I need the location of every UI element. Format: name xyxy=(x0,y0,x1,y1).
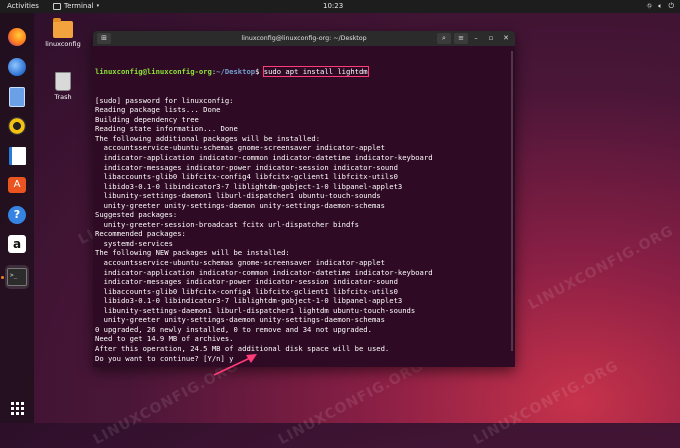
desktop-folder-linuxconfig[interactable]: linuxconfig xyxy=(43,18,83,48)
trash-icon xyxy=(55,72,71,91)
thunderbird-icon xyxy=(8,58,26,76)
terminal-line: libunity-settings-daemon1 liburl-dispatc… xyxy=(95,305,416,315)
files-launcher[interactable] xyxy=(5,85,29,109)
running-indicator xyxy=(1,276,4,279)
activities-button[interactable]: Activities xyxy=(7,2,39,10)
terminal-output[interactable]: linuxconfig@linuxconfig-org:~/Desktop$ s… xyxy=(93,46,515,367)
terminal-line: Recommended packages: xyxy=(95,229,186,239)
prompt-line: linuxconfig@linuxconfig-org:~/Desktop$ s… xyxy=(95,66,513,78)
terminal-line: Suggested packages: xyxy=(95,210,178,220)
terminal-line: libaccounts-glib0 libfcitx-config4 libfc… xyxy=(95,172,398,182)
terminal-line: libido3-0.1-0 libindicator3-7 liblightdm… xyxy=(95,296,403,306)
firefox-icon xyxy=(8,28,26,46)
watermark: LINUXCONFIG.ORG xyxy=(275,357,427,448)
top-bar: Activities Terminal ▾ 10:23 ⛗ 🔈︎ ⏻ xyxy=(0,0,680,13)
files-icon xyxy=(9,87,25,107)
prompt-path: ~/Desktop xyxy=(216,67,256,77)
help-icon: ? xyxy=(8,206,26,224)
terminal-line: The following NEW packages will be insta… xyxy=(95,248,290,258)
terminal-line: [sudo] password for linuxconfig: xyxy=(95,95,234,105)
app-grid-icon xyxy=(10,401,24,415)
thunderbird-launcher[interactable] xyxy=(5,55,29,79)
prompt-user: linuxconfig@linuxconfig-org xyxy=(95,67,212,77)
writer-launcher[interactable] xyxy=(5,144,29,168)
terminal-line: unity-greeter-session-broadcast fcitx ur… xyxy=(95,219,359,229)
rhythmbox-launcher[interactable] xyxy=(5,114,29,138)
amazon-launcher[interactable]: a xyxy=(5,232,29,256)
terminal-line: Reading package lists... Done xyxy=(95,105,221,115)
close-button[interactable]: ✕ xyxy=(499,33,513,44)
help-launcher[interactable]: ? xyxy=(5,203,29,227)
hamburger-menu-icon: ≡ xyxy=(458,34,464,42)
annotation-arrow xyxy=(213,354,257,376)
scrollbar[interactable] xyxy=(511,51,513,351)
dock: A ? a >_ xyxy=(0,13,34,423)
network-icon: ⛗ xyxy=(646,2,653,10)
watermark: LINUXCONFIG.ORG xyxy=(470,357,622,448)
folder-icon xyxy=(53,18,73,38)
terminal-line: libaccounts-glib0 libfcitx-config4 libfc… xyxy=(95,286,398,296)
desktop-trash-label: Trash xyxy=(54,93,72,101)
terminal-line: 0 upgraded, 26 newly installed, 0 to rem… xyxy=(95,324,372,334)
app-menu-label: Terminal xyxy=(64,2,94,10)
maximize-button[interactable]: ▫ xyxy=(484,33,498,44)
maximize-icon: ▫ xyxy=(488,34,494,42)
window-titlebar[interactable]: ⊞ linuxconfig@linuxconfig-org: ~/Desktop… xyxy=(93,31,515,46)
desktop-folder-label: linuxconfig xyxy=(45,40,81,48)
terminal-line: unity-greeter unity-settings-daemon unit… xyxy=(95,315,385,325)
terminal-line: Reading state information... Done xyxy=(95,124,238,134)
terminal-window[interactable]: ⊞ linuxconfig@linuxconfig-org: ~/Desktop… xyxy=(93,31,515,367)
power-icon: ⏻ xyxy=(668,2,674,10)
terminal-line: indicator-application indicator-common i… xyxy=(95,153,433,163)
firefox-launcher[interactable] xyxy=(5,25,29,49)
terminal-small-icon xyxy=(53,2,61,10)
desktop-trash[interactable]: Trash xyxy=(43,72,83,101)
terminal-line: The following additional packages will b… xyxy=(95,133,321,143)
output-lines: [sudo] password for linuxconfig: Reading … xyxy=(95,96,513,363)
software-launcher[interactable]: A xyxy=(5,173,29,197)
terminal-line: indicator-application indicator-common i… xyxy=(95,267,433,277)
rhythmbox-icon xyxy=(8,117,26,135)
terminal-line: indicator-messages indicator-power indic… xyxy=(95,162,398,172)
terminal-line: libunity-settings-daemon1 liburl-dispatc… xyxy=(95,191,381,201)
close-icon: ✕ xyxy=(503,34,509,42)
terminal-line: After this operation, 24.5 MB of additio… xyxy=(95,343,390,353)
terminal-line: Building dependency tree xyxy=(95,114,199,124)
terminal-line: Do you want to continue? [Y/n] y xyxy=(95,353,234,363)
terminal-icon: >_ xyxy=(7,268,27,286)
amazon-icon: a xyxy=(8,235,26,253)
highlighted-command: sudo apt install lightdm xyxy=(262,66,369,78)
chevron-down-icon: ▾ xyxy=(96,3,100,9)
app-menu[interactable]: Terminal ▾ xyxy=(53,2,99,10)
terminal-line: systemd-services xyxy=(95,238,173,248)
new-tab-icon: ⊞ xyxy=(101,34,107,42)
search-icon: ⌕ xyxy=(442,34,446,42)
terminal-line: libido3-0.1-0 libindicator3-7 liblightdm… xyxy=(95,181,403,191)
volume-icon: 🔈︎ xyxy=(658,2,663,10)
menu-button[interactable]: ≡ xyxy=(454,33,468,44)
prompt-dollar: $ xyxy=(255,67,264,77)
terminal-line: Need to get 14.9 MB of archives. xyxy=(95,334,234,344)
window-title: linuxconfig@linuxconfig-org: ~/Desktop xyxy=(241,35,367,42)
terminal-line: indicator-messages indicator-power indic… xyxy=(95,277,398,287)
software-icon: A xyxy=(8,177,26,193)
new-tab-button[interactable]: ⊞ xyxy=(97,33,111,44)
watermark: LINUXCONFIG.ORG xyxy=(525,222,677,314)
search-button[interactable]: ⌕ xyxy=(437,33,451,44)
writer-icon xyxy=(8,147,26,165)
minimize-icon: – xyxy=(474,34,478,42)
minimize-button[interactable]: – xyxy=(469,33,483,44)
terminal-launcher[interactable]: >_ xyxy=(5,265,29,289)
show-applications-button[interactable] xyxy=(5,396,29,420)
system-tray[interactable]: ⛗ 🔈︎ ⏻ xyxy=(647,2,674,11)
terminal-line: accountsservice-ubuntu-schemas gnome-scr… xyxy=(95,258,385,268)
terminal-line: accountsservice-ubuntu-schemas gnome-scr… xyxy=(95,143,385,153)
terminal-line: unity-greeter unity-settings-daemon unit… xyxy=(95,200,385,210)
clock[interactable]: 10:23 xyxy=(323,2,343,10)
